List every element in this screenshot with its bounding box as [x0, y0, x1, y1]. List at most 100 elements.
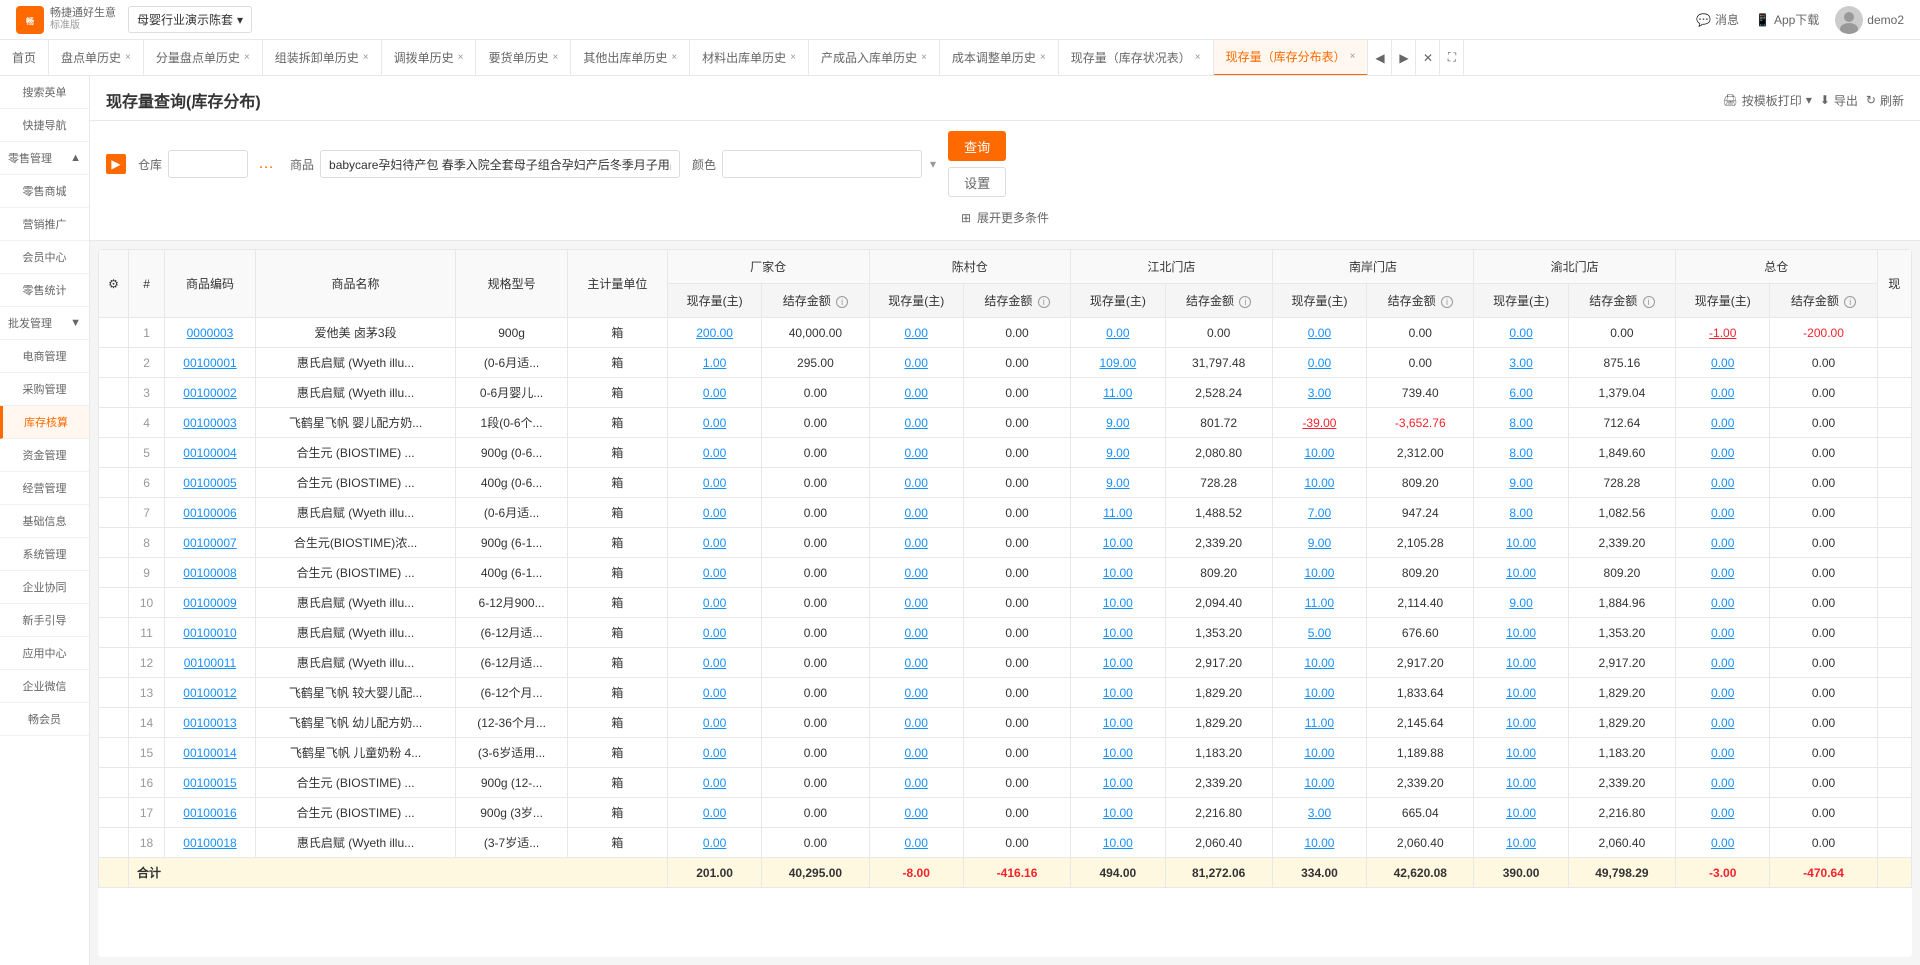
- nanan-qty[interactable]: 3.00: [1272, 378, 1366, 408]
- yubei-qty[interactable]: 10.00: [1474, 558, 1568, 588]
- yubei-qty[interactable]: 10.00: [1474, 708, 1568, 738]
- yubei-qty[interactable]: 10.00: [1474, 768, 1568, 798]
- sidebar-item-enterprise[interactable]: 企业协同: [0, 571, 89, 604]
- row-code[interactable]: 00100001: [165, 348, 256, 378]
- jiangbei-qty[interactable]: 10.00: [1071, 678, 1165, 708]
- close-icon[interactable]: ×: [790, 52, 796, 63]
- tab-prev-button[interactable]: ◀: [1368, 40, 1392, 76]
- total-qty[interactable]: 0.00: [1676, 798, 1770, 828]
- chen-qty[interactable]: 0.00: [869, 678, 963, 708]
- total-qty[interactable]: 0.00: [1676, 348, 1770, 378]
- total-qty[interactable]: 0.00: [1676, 588, 1770, 618]
- jiangbei-qty[interactable]: 10.00: [1071, 588, 1165, 618]
- query-button[interactable]: 查询: [948, 131, 1006, 161]
- chen-qty[interactable]: 0.00: [869, 528, 963, 558]
- total-qty[interactable]: 0.00: [1676, 438, 1770, 468]
- nanan-qty[interactable]: 10.00: [1272, 468, 1366, 498]
- sidebar-item-system[interactable]: 系统管理: [0, 538, 89, 571]
- factory-qty[interactable]: 0.00: [667, 738, 761, 768]
- factory-qty[interactable]: 1.00: [667, 348, 761, 378]
- row-code[interactable]: 00100018: [165, 828, 256, 858]
- row-code[interactable]: 00100012: [165, 678, 256, 708]
- tab-6[interactable]: 其他出库单历史 ×: [571, 40, 690, 76]
- sidebar-item-basic-info[interactable]: 基础信息: [0, 505, 89, 538]
- sidebar-item-search[interactable]: 搜索英单: [0, 76, 89, 109]
- tab-9[interactable]: 成本调整单历史 ×: [940, 40, 1059, 76]
- factory-qty[interactable]: 0.00: [667, 768, 761, 798]
- factory-qty[interactable]: 0.00: [667, 588, 761, 618]
- close-icon[interactable]: ×: [363, 52, 369, 63]
- yubei-qty[interactable]: 10.00: [1474, 528, 1568, 558]
- setting-button[interactable]: 设置: [948, 167, 1006, 197]
- industry-selector[interactable]: 母婴行业演示陈套 ▾: [128, 6, 252, 33]
- yubei-qty[interactable]: 0.00: [1474, 318, 1568, 348]
- chen-qty[interactable]: 0.00: [869, 378, 963, 408]
- row-code[interactable]: 00100009: [165, 588, 256, 618]
- info-icon[interactable]: i: [1844, 296, 1856, 308]
- sidebar-item-marketing[interactable]: 营销推广: [0, 208, 89, 241]
- factory-qty[interactable]: 0.00: [667, 558, 761, 588]
- total-qty[interactable]: 0.00: [1676, 408, 1770, 438]
- nanan-qty[interactable]: 10.00: [1272, 678, 1366, 708]
- jiangbei-qty[interactable]: 9.00: [1071, 438, 1165, 468]
- sidebar-item-wholesale[interactable]: 批发管理 ▼: [0, 307, 89, 340]
- yubei-qty[interactable]: 8.00: [1474, 438, 1568, 468]
- nanan-qty[interactable]: 9.00: [1272, 528, 1366, 558]
- nanan-qty[interactable]: -39.00: [1272, 408, 1366, 438]
- chen-qty[interactable]: 0.00: [869, 798, 963, 828]
- jiangbei-qty[interactable]: 109.00: [1071, 348, 1165, 378]
- row-code[interactable]: 00100014: [165, 738, 256, 768]
- refresh-button[interactable]: ↻ 刷新: [1866, 92, 1904, 109]
- chen-qty[interactable]: 0.00: [869, 348, 963, 378]
- chen-qty[interactable]: 0.00: [869, 648, 963, 678]
- row-code[interactable]: 00100002: [165, 378, 256, 408]
- yubei-qty[interactable]: 8.00: [1474, 408, 1568, 438]
- print-button[interactable]: 🖨 按模板打印 ▾: [1723, 92, 1812, 109]
- nanan-qty[interactable]: 0.00: [1272, 348, 1366, 378]
- export-button[interactable]: ⬇ 导出: [1820, 92, 1858, 109]
- sidebar-item-guide[interactable]: 新手引导: [0, 604, 89, 637]
- info-icon[interactable]: i: [1038, 296, 1050, 308]
- chen-qty[interactable]: 0.00: [869, 708, 963, 738]
- factory-qty[interactable]: 0.00: [667, 438, 761, 468]
- jiangbei-qty[interactable]: 10.00: [1071, 528, 1165, 558]
- sidebar-item-nav[interactable]: 快捷导航: [0, 109, 89, 142]
- sidebar-item-purchase[interactable]: 采购管理: [0, 373, 89, 406]
- total-qty[interactable]: 0.00: [1676, 768, 1770, 798]
- yubei-qty[interactable]: 10.00: [1474, 738, 1568, 768]
- row-code[interactable]: 0000003: [165, 318, 256, 348]
- nanan-qty[interactable]: 0.00: [1272, 318, 1366, 348]
- factory-qty[interactable]: 0.00: [667, 468, 761, 498]
- tab-8[interactable]: 产成品入库单历史 ×: [809, 40, 940, 76]
- sidebar-item-apps[interactable]: 应用中心: [0, 637, 89, 670]
- chen-qty[interactable]: 0.00: [869, 318, 963, 348]
- total-qty[interactable]: 0.00: [1676, 648, 1770, 678]
- chen-qty[interactable]: 0.00: [869, 768, 963, 798]
- close-icon[interactable]: ×: [671, 52, 677, 63]
- chen-qty[interactable]: 0.00: [869, 618, 963, 648]
- yubei-qty[interactable]: 10.00: [1474, 618, 1568, 648]
- factory-qty[interactable]: 0.00: [667, 648, 761, 678]
- factory-qty[interactable]: 0.00: [667, 828, 761, 858]
- tab-3[interactable]: 组装拆卸单历史 ×: [263, 40, 382, 76]
- sidebar-item-wechat[interactable]: 企业微信: [0, 670, 89, 703]
- yubei-qty[interactable]: 10.00: [1474, 678, 1568, 708]
- row-code[interactable]: 00100008: [165, 558, 256, 588]
- total-qty[interactable]: 0.00: [1676, 468, 1770, 498]
- jiangbei-qty[interactable]: 9.00: [1071, 468, 1165, 498]
- factory-qty[interactable]: 0.00: [667, 618, 761, 648]
- jiangbei-qty[interactable]: 10.00: [1071, 828, 1165, 858]
- row-code[interactable]: 00100005: [165, 468, 256, 498]
- close-icon[interactable]: ×: [1040, 52, 1046, 63]
- warehouse-input[interactable]: [168, 150, 248, 178]
- close-icon[interactable]: ×: [921, 52, 927, 63]
- row-code[interactable]: 00100010: [165, 618, 256, 648]
- row-code[interactable]: 00100016: [165, 798, 256, 828]
- jiangbei-qty[interactable]: 10.00: [1071, 618, 1165, 648]
- nanan-qty[interactable]: 10.00: [1272, 738, 1366, 768]
- tab-2[interactable]: 分量盘点单历史 ×: [144, 40, 263, 76]
- jiangbei-qty[interactable]: 10.00: [1071, 798, 1165, 828]
- close-icon[interactable]: ×: [1195, 52, 1201, 63]
- jiangbei-qty[interactable]: 10.00: [1071, 558, 1165, 588]
- tab-1[interactable]: 盘点单历史 ×: [49, 40, 144, 76]
